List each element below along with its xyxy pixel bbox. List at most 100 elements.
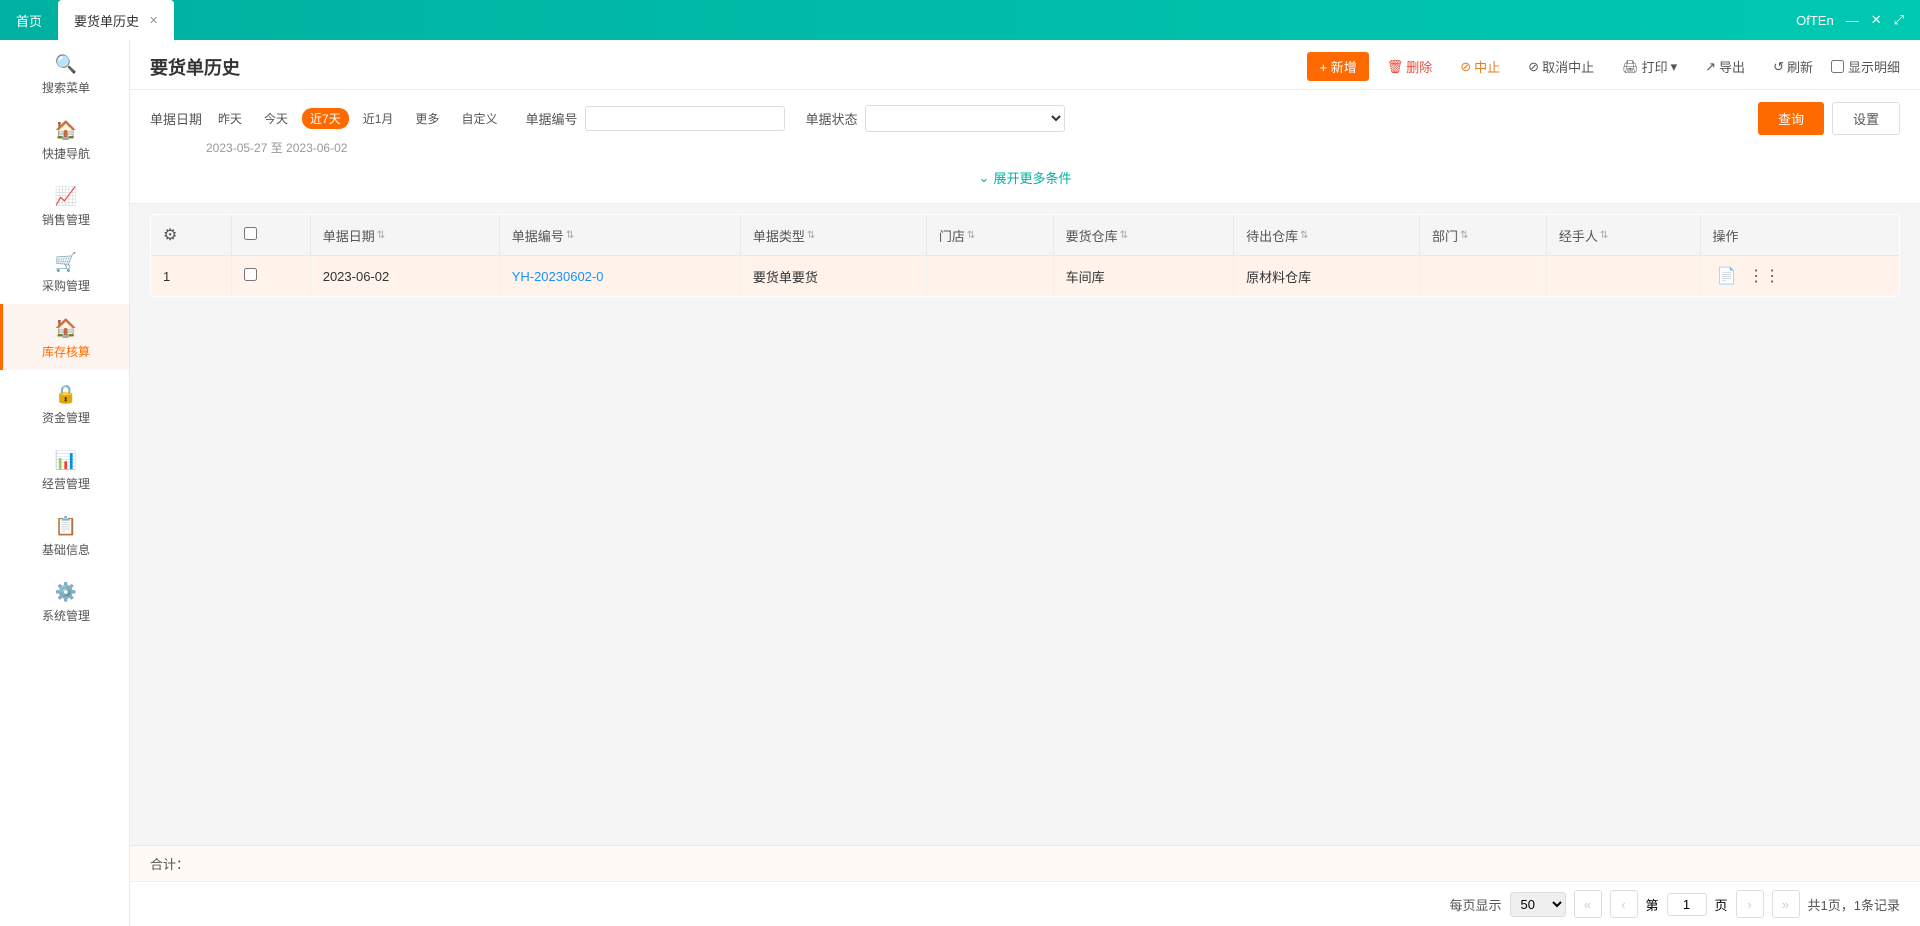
- shortcut-1month[interactable]: 近1月: [355, 108, 402, 129]
- date-shortcuts: 昨天 今天 近7天 近1月 更多 自定义: [210, 108, 505, 129]
- col-handler[interactable]: 经手人 ⇅: [1546, 215, 1700, 256]
- window-close-icon[interactable]: ✕: [1871, 12, 1882, 28]
- query-button[interactable]: 查询: [1758, 102, 1824, 135]
- filter-actions: 查询 设置: [1758, 102, 1900, 135]
- shortcut-7days[interactable]: 近7天: [302, 108, 349, 129]
- display-detail-label: 显示明细: [1848, 57, 1900, 76]
- cancel-stop-icon: ⊘: [1528, 59, 1539, 75]
- sidebar-item-inventory[interactable]: 🏠 库存核算: [0, 304, 129, 370]
- export-icon: ↗: [1705, 59, 1716, 75]
- pag-next-button[interactable]: ›: [1736, 890, 1764, 918]
- refresh-button[interactable]: ↺ 刷新: [1763, 52, 1823, 81]
- shortcut-yesterday[interactable]: 昨天: [210, 108, 250, 129]
- col-date[interactable]: 单据日期 ⇅: [310, 215, 499, 256]
- sidebar-item-basic-info-label: 基础信息: [42, 541, 90, 558]
- col-store[interactable]: 门店 ⇅: [926, 215, 1053, 256]
- bill-status-filter-group: 单据状态: [805, 105, 1065, 132]
- sort-handler-icon: ⇅: [1600, 230, 1608, 241]
- date-filter-group: 单据日期 昨天 今天 近7天 近1月 更多 自定义: [150, 108, 505, 129]
- stop-icon: ⊘: [1460, 59, 1471, 75]
- refresh-icon: ↺: [1773, 59, 1784, 75]
- print-button[interactable]: 🖨 打印 ▾: [1612, 52, 1687, 81]
- new-button[interactable]: + 新增: [1307, 52, 1368, 81]
- page-size-select[interactable]: 50 20 100 200: [1510, 892, 1566, 917]
- window-minimize-icon[interactable]: —: [1846, 13, 1859, 28]
- close-icon[interactable]: ✕: [149, 14, 158, 27]
- sidebar-item-search-menu[interactable]: 🔍 搜索菜单: [0, 40, 129, 106]
- tab-requisition-history[interactable]: 要货单历史 ✕: [58, 0, 174, 40]
- delete-label: 删除: [1406, 57, 1432, 76]
- purchase-icon: 🛒: [55, 252, 77, 273]
- sidebar-item-purchase[interactable]: 🛒 采购管理: [0, 238, 129, 304]
- system-icon: ⚙️: [55, 582, 77, 603]
- print-dropdown-icon: ▾: [1671, 59, 1678, 75]
- cell-wait-warehouse: 原材料仓库: [1234, 256, 1420, 297]
- window-resize-icon[interactable]: ⤢: [1894, 12, 1904, 28]
- shortcut-today[interactable]: 今天: [256, 108, 296, 129]
- sidebar-item-operations[interactable]: 📊 经营管理: [0, 436, 129, 502]
- sidebar-item-system[interactable]: ⚙️ 系统管理: [0, 568, 129, 634]
- row-more-button[interactable]: ⋮⋮: [1744, 264, 1784, 288]
- top-bar: 首页 要货单历史 ✕ OfTEn — ✕ ⤢: [0, 0, 1920, 40]
- bill-no-link[interactable]: YH-20230602-0: [512, 269, 604, 284]
- bill-status-select[interactable]: [865, 105, 1065, 132]
- bill-no-input[interactable]: [585, 106, 785, 131]
- pag-last-button[interactable]: »: [1772, 890, 1800, 918]
- main-layout: 🔍 搜索菜单 🏠 快捷导航 📈 销售管理 🛒 采购管理 🏠 库存核算 🔒 资金管…: [0, 40, 1920, 926]
- tab-requisition-history-label: 要货单历史: [74, 11, 139, 30]
- stop-button[interactable]: ⊘ 中止: [1450, 52, 1510, 81]
- expand-more-row: ⌄ 展开更多条件: [150, 164, 1900, 191]
- filter-area: 单据日期 昨天 今天 近7天 近1月 更多 自定义 单据编号 单据状态: [130, 90, 1920, 204]
- sort-bill-type-icon: ⇅: [807, 230, 815, 241]
- export-button[interactable]: ↗ 导出: [1695, 52, 1755, 81]
- shortcut-custom[interactable]: 自定义: [453, 108, 505, 129]
- select-all-checkbox[interactable]: [244, 227, 257, 240]
- page-total: 共1页，1条记录: [1808, 895, 1900, 914]
- table-row[interactable]: 1 2023-06-02 YH-20230602-0 要货单要货 车间库 原材料…: [151, 256, 1900, 297]
- pag-prev-button[interactable]: ‹: [1610, 890, 1638, 918]
- row-view-button[interactable]: 📄: [1713, 264, 1741, 288]
- sidebar-item-operations-label: 经营管理: [42, 475, 90, 492]
- col-bill-type-label: 单据类型: [753, 226, 805, 245]
- expand-label: 展开更多条件: [993, 168, 1071, 187]
- col-department[interactable]: 部门 ⇅: [1420, 215, 1547, 256]
- sidebar: 🔍 搜索菜单 🏠 快捷导航 📈 销售管理 🛒 采购管理 🏠 库存核算 🔒 资金管…: [0, 40, 130, 926]
- col-bill-no-label: 单据编号: [512, 226, 564, 245]
- pag-first-button[interactable]: «: [1574, 890, 1602, 918]
- col-req-warehouse-label: 要货仓库: [1066, 226, 1118, 245]
- stop-label: 中止: [1474, 57, 1500, 76]
- total-label: 合计：: [150, 854, 189, 873]
- sidebar-item-quick-nav[interactable]: 🏠 快捷导航: [0, 106, 129, 172]
- expand-more-button[interactable]: ⌄ 展开更多条件: [979, 164, 1072, 191]
- tab-home[interactable]: 首页: [0, 0, 58, 40]
- col-bill-type[interactable]: 单据类型 ⇅: [740, 215, 926, 256]
- page-number-input[interactable]: [1667, 893, 1707, 916]
- table-footer: 合计：: [130, 845, 1920, 881]
- col-bill-no[interactable]: 单据编号 ⇅: [499, 215, 740, 256]
- toolbar: + 新增 🗑 删除 ⊘ 中止 ⊘ 取消中止 🖨 打印 ▾: [1307, 52, 1900, 81]
- quick-nav-icon: 🏠: [55, 120, 77, 141]
- table-settings-icon[interactable]: ⚙: [163, 227, 177, 244]
- shortcut-more[interactable]: 更多: [407, 108, 447, 129]
- chevron-down-icon: ⌄: [979, 170, 990, 186]
- cell-date: 2023-06-02: [310, 256, 499, 297]
- refresh-label: 刷新: [1787, 57, 1813, 76]
- sidebar-item-basic-info[interactable]: 📋 基础信息: [0, 502, 129, 568]
- table-body: 1 2023-06-02 YH-20230602-0 要货单要货 车间库 原材料…: [151, 256, 1900, 297]
- setting-button[interactable]: 设置: [1832, 102, 1900, 135]
- col-date-label: 单据日期: [323, 226, 375, 245]
- delete-button[interactable]: 🗑 删除: [1377, 52, 1443, 81]
- operations-icon: 📊: [55, 450, 77, 471]
- display-detail-checkbox[interactable]: [1831, 60, 1844, 73]
- sidebar-item-purchase-label: 采购管理: [42, 277, 90, 294]
- sidebar-item-sales[interactable]: 📈 销售管理: [0, 172, 129, 238]
- row-checkbox[interactable]: [244, 268, 257, 281]
- cancel-stop-button[interactable]: ⊘ 取消中止: [1518, 52, 1604, 81]
- cell-handler: [1546, 256, 1700, 297]
- bill-status-label: 单据状态: [805, 109, 857, 128]
- sidebar-item-finance[interactable]: 🔒 资金管理: [0, 370, 129, 436]
- col-req-warehouse[interactable]: 要货仓库 ⇅: [1053, 215, 1234, 256]
- pag-page-suffix: 页: [1715, 895, 1728, 914]
- col-wait-warehouse[interactable]: 待出仓库 ⇅: [1234, 215, 1420, 256]
- print-label: 打印: [1642, 57, 1668, 76]
